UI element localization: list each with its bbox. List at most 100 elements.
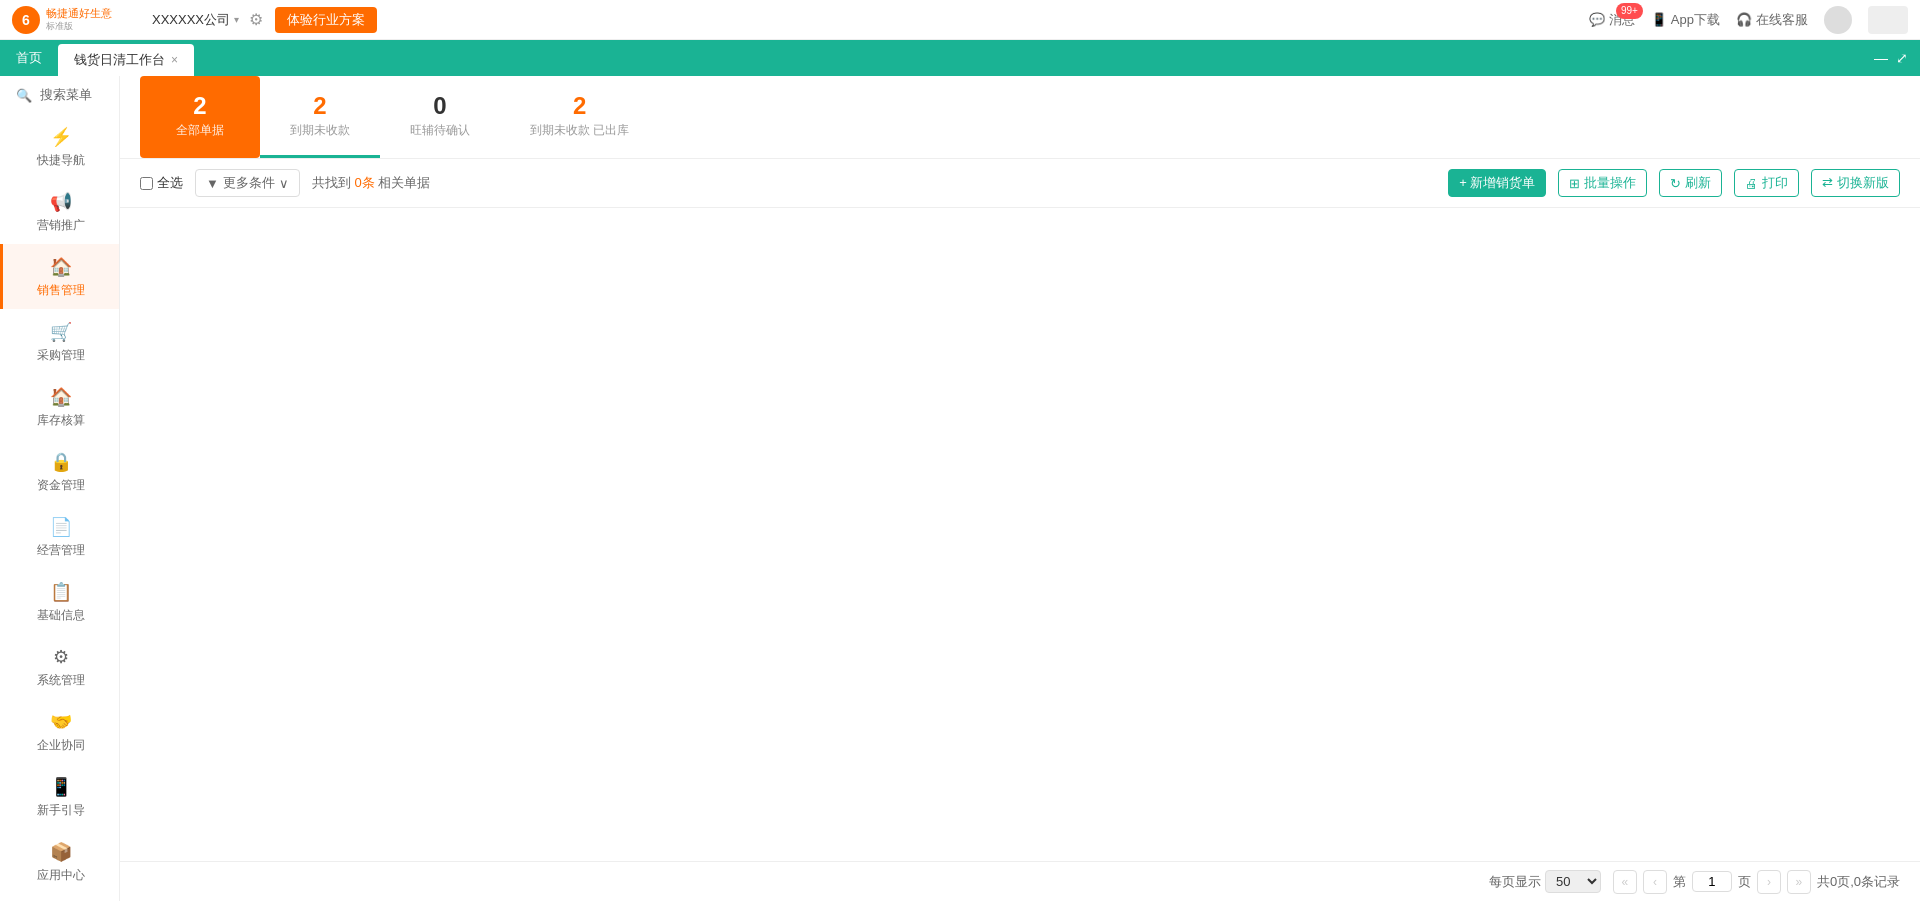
sidebar-item-beginner[interactable]: 📱 新手引导 (0, 764, 119, 829)
online-service-label: 在线客服 (1756, 11, 1808, 29)
sidebar-item-wechat[interactable]: 💬 企业微信 (0, 894, 119, 901)
stat-all-label: 全部单据 (176, 122, 224, 139)
tab-work-station-label: 钱货日清工作台 (74, 51, 165, 69)
page-size-select[interactable]: 10 20 50 100 (1545, 870, 1601, 893)
company-selector[interactable]: XXXXXX公司 ▾ (152, 11, 239, 29)
top-header: 6 畅捷通好生意 标准版 XXXXXX公司 ▾ ⚙ 体验行业方案 💬 消息 99… (0, 0, 1920, 40)
sidebar-item-system[interactable]: ⚙ 系统管理 (0, 634, 119, 699)
stat-pending[interactable]: 0 旺辅待确认 (380, 76, 500, 158)
sales-icon: 🏠 (50, 256, 72, 278)
filter-button[interactable]: ▼ 更多条件 ∨ (195, 169, 300, 197)
filter-label: 更多条件 (223, 174, 275, 192)
content-area: 2 全部单据 2 到期未收款 0 旺辅待确认 2 到期未收款 已出库 全选 (120, 76, 1920, 901)
system-label: 系统管理 (37, 672, 85, 689)
found-count: 0条 (355, 175, 375, 190)
sidebar-item-app-center[interactable]: 📦 应用中心 (0, 829, 119, 894)
table-area (120, 208, 1920, 861)
tab-maximize-icon[interactable]: ⤢ (1896, 50, 1908, 66)
prev-page-btn[interactable]: ‹ (1643, 870, 1667, 894)
sidebar-item-operations[interactable]: 📄 经营管理 (0, 504, 119, 569)
operations-label: 经营管理 (37, 542, 85, 559)
last-page-btn[interactable]: » (1787, 870, 1811, 894)
next-page-btn[interactable]: › (1757, 870, 1781, 894)
basic-info-label: 基础信息 (37, 607, 85, 624)
batch-btn[interactable]: ⊞ 批量操作 (1558, 169, 1647, 197)
filter-icon: ▼ (206, 176, 219, 191)
beginner-label: 新手引导 (37, 802, 85, 819)
sidebar-search[interactable]: 🔍 搜索菜单 (0, 76, 119, 114)
sidebar-item-sales[interactable]: 🏠 销售管理 (0, 244, 119, 309)
main-layout: 🔍 搜索菜单 ⚡ 快捷导航 📢 营销推广 🏠 销售管理 🛒 采购管理 🏠 库存核… (0, 76, 1920, 901)
select-all-checkbox[interactable]: 全选 (140, 174, 183, 192)
first-page-btn[interactable]: « (1613, 870, 1637, 894)
app-center-label: 应用中心 (37, 867, 85, 884)
search-icon: 🔍 (16, 88, 32, 103)
finance-icon: 🔒 (50, 451, 72, 473)
purchase-icon: 🛒 (50, 321, 72, 343)
refresh-icon: ↻ (1670, 176, 1681, 191)
total-label: 共0页,0条记录 (1817, 873, 1900, 891)
logo-text-group: 畅捷通好生意 标准版 (46, 6, 112, 33)
inventory-label: 库存核算 (37, 412, 85, 429)
sidebar-item-marketing[interactable]: 📢 营销推广 (0, 179, 119, 244)
stat-overdue-shipped-label: 到期未收款 已出库 (530, 122, 629, 139)
operations-icon: 📄 (50, 516, 72, 538)
company-arrow-icon: ▾ (234, 14, 239, 25)
select-all-label: 全选 (157, 174, 183, 192)
settings-icon[interactable]: ⚙ (249, 10, 263, 29)
batch-icon: ⊞ (1569, 176, 1580, 191)
page-suffix: 页 (1738, 873, 1751, 891)
user-avatar[interactable] (1824, 6, 1852, 34)
sidebar-item-finance[interactable]: 🔒 资金管理 (0, 439, 119, 504)
app-download-label: App下载 (1671, 11, 1720, 29)
stat-all[interactable]: 2 全部单据 (140, 76, 260, 158)
refresh-btn[interactable]: ↻ 刷新 (1659, 169, 1722, 197)
experience-btn[interactable]: 体验行业方案 (275, 7, 377, 33)
purchase-label: 采购管理 (37, 347, 85, 364)
print-btn[interactable]: 🖨 打印 (1734, 169, 1799, 197)
search-menu-label: 搜索菜单 (40, 86, 92, 104)
page-input[interactable] (1692, 871, 1732, 892)
stat-overdue-shipped[interactable]: 2 到期未收款 已出库 (500, 76, 659, 158)
enterprise-label: 企业协同 (37, 737, 85, 754)
message-badge: 99+ (1616, 3, 1643, 19)
message-item[interactable]: 💬 消息 99+ (1589, 11, 1635, 29)
sidebar: 🔍 搜索菜单 ⚡ 快捷导航 📢 营销推广 🏠 销售管理 🛒 采购管理 🏠 库存核… (0, 76, 120, 901)
tab-minimize-icon[interactable]: — (1874, 50, 1888, 66)
logo-text: 畅捷通好生意 (46, 6, 112, 20)
sidebar-item-quick-nav[interactable]: ⚡ 快捷导航 (0, 114, 119, 179)
logo-area: 6 畅捷通好生意 标准版 (12, 6, 132, 34)
stat-all-count: 2 (193, 92, 206, 120)
message-icon: 💬 (1589, 12, 1605, 27)
select-all-input[interactable] (140, 177, 153, 190)
stat-overdue-shipped-count: 2 (573, 92, 586, 120)
tab-home[interactable]: 首页 (0, 40, 58, 76)
toolbar-right: + 新增销货单 ⊞ 批量操作 ↻ 刷新 🖨 打印 ⇄ 切换新版 (1448, 169, 1900, 197)
tab-home-label: 首页 (16, 49, 42, 67)
sidebar-item-basic-info[interactable]: 📋 基础信息 (0, 569, 119, 634)
print-label: 打印 (1762, 174, 1788, 192)
app-download-item[interactable]: 📱 App下载 (1651, 11, 1720, 29)
logo-sub: 标准版 (46, 20, 112, 33)
sidebar-item-enterprise[interactable]: 🤝 企业协同 (0, 699, 119, 764)
stat-overdue[interactable]: 2 到期未收款 (260, 76, 380, 158)
add-sale-btn[interactable]: + 新增销货单 (1448, 169, 1546, 197)
print-icon: 🖨 (1745, 176, 1758, 191)
found-prefix: 共找到 (312, 175, 351, 190)
online-service-item[interactable]: 🎧 在线客服 (1736, 11, 1808, 29)
header-right: 💬 消息 99+ 📱 App下载 🎧 在线客服 (1589, 6, 1908, 34)
inventory-icon: 🏠 (50, 386, 72, 408)
switch-version-btn[interactable]: ⇄ 切换新版 (1811, 169, 1900, 197)
app-icon: 📱 (1651, 12, 1667, 27)
tab-work-station[interactable]: 钱货日清工作台 × (58, 44, 194, 76)
tab-close-icon[interactable]: × (171, 53, 178, 67)
filter-arrow-icon: ∨ (279, 176, 289, 191)
stat-pending-label: 旺辅待确认 (410, 122, 470, 139)
batch-label: 批量操作 (1584, 174, 1636, 192)
sidebar-item-purchase[interactable]: 🛒 采购管理 (0, 309, 119, 374)
user-name-placeholder[interactable] (1868, 6, 1908, 34)
stats-row: 2 全部单据 2 到期未收款 0 旺辅待确认 2 到期未收款 已出库 (120, 76, 1920, 159)
sidebar-item-inventory[interactable]: 🏠 库存核算 (0, 374, 119, 439)
system-icon: ⚙ (53, 646, 69, 668)
found-text: 共找到 0条 相关单据 (312, 174, 430, 192)
